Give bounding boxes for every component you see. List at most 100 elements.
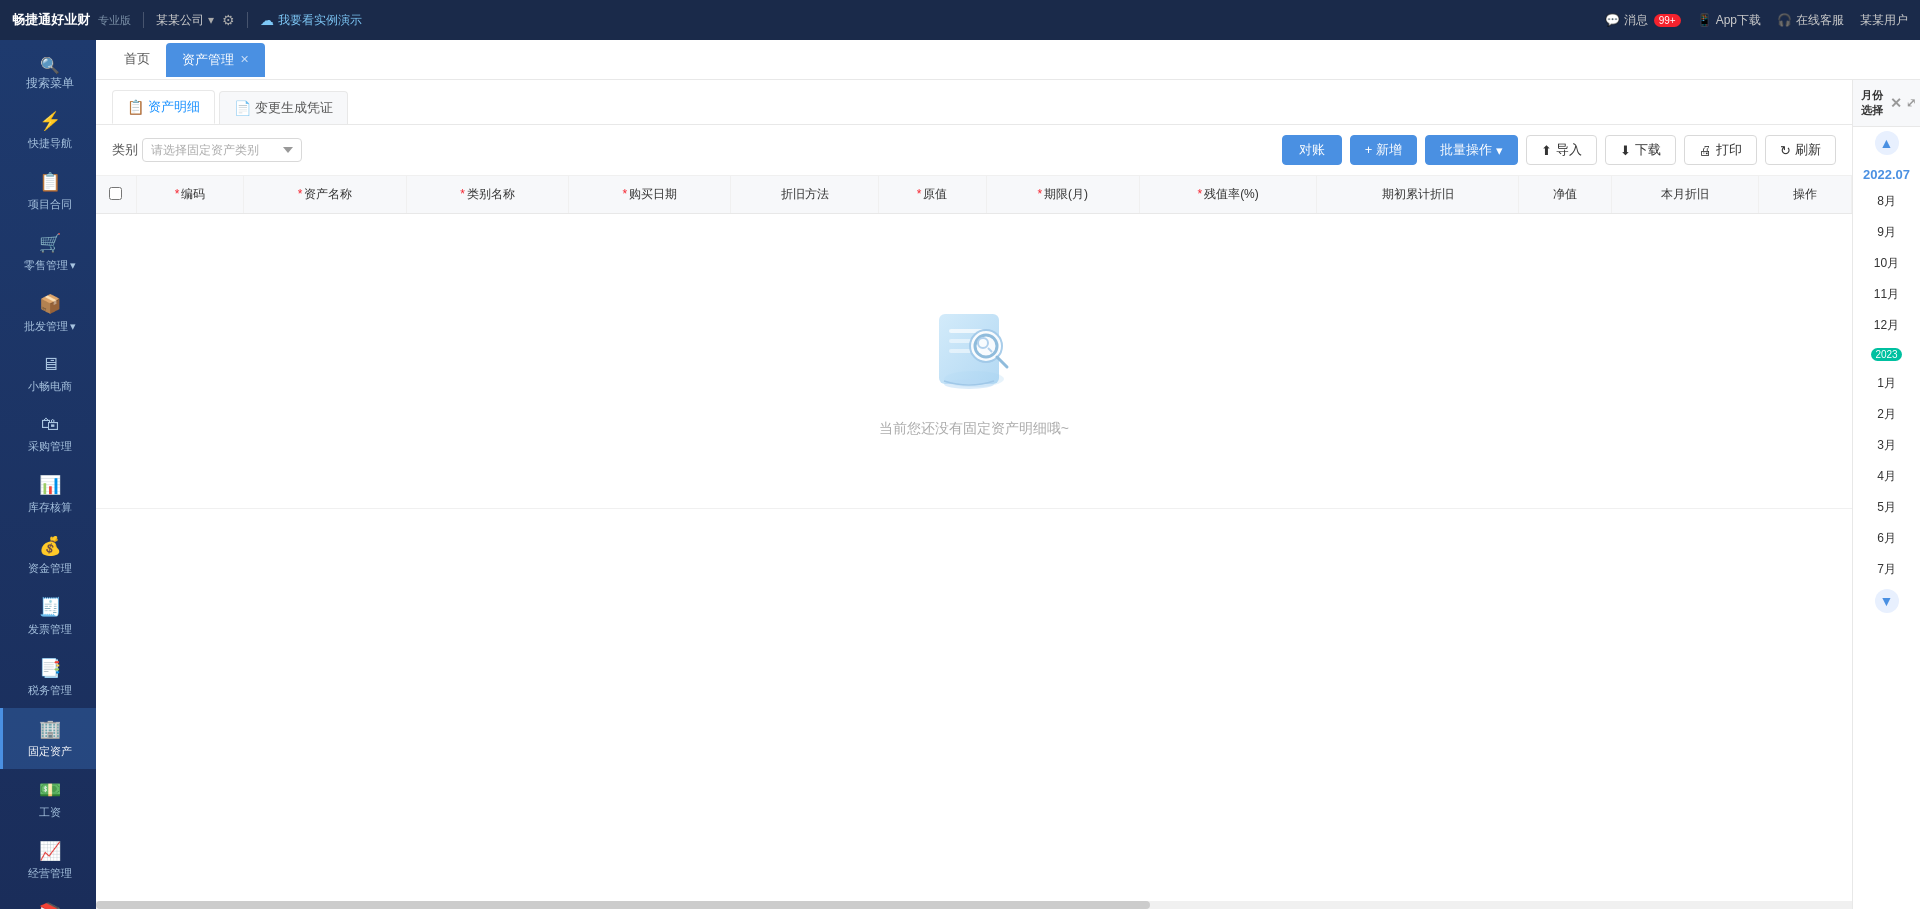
month-nav-up[interactable]: ▲ [1875, 131, 1899, 155]
add-button[interactable]: + 新增 [1350, 135, 1417, 165]
top-bar-right: 💬 消息 99+ 📱 App下载 🎧 在线客服 某某用户 [1605, 12, 1908, 29]
month-item-9[interactable]: 9月 [1853, 217, 1920, 248]
sidebar: 🔍 搜索菜单 ⚡ 快捷导航 📋 项目合同 🛒 零售管理▾ 📦 批发管理▾ 🖥 小… [0, 40, 96, 909]
category-select[interactable]: 请选择固定资产类别 [142, 138, 302, 162]
col-name: *资产名称 [244, 176, 406, 214]
sub-tab-asset-detail[interactable]: 📋 资产明细 [112, 90, 215, 124]
batch-button[interactable]: 批量操作 ▾ [1425, 135, 1518, 165]
tab-asset-management[interactable]: 资产管理 ✕ [166, 43, 265, 77]
retail-icon: 🛒 [39, 232, 61, 254]
empty-illustration [914, 284, 1034, 404]
month-panel-expand-button[interactable]: ⤢ [1906, 96, 1916, 110]
sidebar-item-finance[interactable]: 💰 资金管理 [0, 525, 96, 586]
messages-badge: 99+ [1654, 14, 1681, 27]
quick-nav-label: 快捷导航 [28, 136, 72, 151]
month-item-3[interactable]: 3月 [1853, 430, 1920, 461]
online-service-button[interactable]: 🎧 在线客服 [1777, 12, 1844, 29]
sidebar-search[interactable]: 🔍 搜索菜单 [0, 48, 96, 100]
filter-label: 类别 [112, 141, 138, 159]
import-button[interactable]: ⬆ 导入 [1526, 135, 1597, 165]
sidebar-item-tax[interactable]: 📑 税务管理 [0, 647, 96, 708]
asset-detail-icon: 📋 [127, 99, 144, 115]
tab-close-icon[interactable]: ✕ [240, 53, 249, 66]
select-all-checkbox[interactable] [109, 187, 122, 200]
contra-button[interactable]: 对账 [1282, 135, 1342, 165]
empty-cell: 当前您还没有固定资产明细哦~ [96, 214, 1852, 509]
sidebar-item-fixed-assets[interactable]: 🏢 固定资产 [0, 708, 96, 769]
month-item-1[interactable]: 1月 [1853, 368, 1920, 399]
change-voucher-icon: 📄 [234, 100, 251, 116]
month-item-2[interactable]: 2月 [1853, 399, 1920, 430]
month-item-11[interactable]: 11月 [1853, 279, 1920, 310]
month-panel-close-button[interactable]: ✕ [1890, 95, 1902, 111]
col-code: *编码 [136, 176, 244, 214]
table-body: 当前您还没有固定资产明细哦~ [96, 214, 1852, 509]
top-bar-left: 畅捷通好业财 专业版 某某公司 ▾ ⚙ ☁ 我要看实例演示 [12, 11, 362, 29]
month-item-12[interactable]: 12月 [1853, 310, 1920, 341]
dropdown-icon: ▾ [208, 13, 214, 27]
batch-dropdown-icon: ▾ [1496, 143, 1503, 158]
month-item-10[interactable]: 10月 [1853, 248, 1920, 279]
purchase-icon: 🛍 [41, 414, 59, 435]
main-panel: 📋 资产明细 📄 变更生成凭证 类别 [96, 80, 1852, 909]
sub-tab-change-voucher[interactable]: 📄 变更生成凭证 [219, 91, 348, 124]
table-header-row: *编码 *资产名称 *类别名称 *购买日期 折旧方法 *原值 *期限(月) *残… [96, 176, 1852, 214]
sidebar-item-salary[interactable]: 💵 工资 [0, 769, 96, 830]
empty-row: 当前您还没有固定资产明细哦~ [96, 214, 1852, 509]
col-net-value: 净值 [1518, 176, 1611, 214]
sidebar-item-operations[interactable]: 📈 经营管理 [0, 830, 96, 891]
sidebar-item-ledger[interactable]: 📚 总账管理 [0, 891, 96, 909]
col-category: *类别名称 [406, 176, 568, 214]
select-all-cell[interactable] [96, 176, 136, 214]
main-layout: 🔍 搜索菜单 ⚡ 快捷导航 📋 项目合同 🛒 零售管理▾ 📦 批发管理▾ 🖥 小… [0, 40, 1920, 909]
col-operation: 操作 [1759, 176, 1852, 214]
month-item-8[interactable]: 8月 [1853, 186, 1920, 217]
user-info[interactable]: 某某用户 [1860, 12, 1908, 29]
print-button[interactable]: 🖨 打印 [1684, 135, 1757, 165]
top-bar: 畅捷通好业财 专业版 某某公司 ▾ ⚙ ☁ 我要看实例演示 💬 消息 99+ 📱… [0, 0, 1920, 40]
toolbar-left: 类别 请选择固定资产类别 [112, 138, 302, 162]
month-item-4[interactable]: 4月 [1853, 461, 1920, 492]
app-download-button[interactable]: 📱 App下载 [1697, 12, 1761, 29]
project-label: 项目合同 [28, 197, 72, 212]
company-selector[interactable]: 某某公司 ▾ [156, 12, 214, 29]
sub-tabs-left: 📋 资产明细 📄 变更生成凭证 [112, 90, 348, 124]
ecommerce-icon: 🖥 [41, 354, 59, 375]
download-button[interactable]: ⬇ 下载 [1605, 135, 1676, 165]
tab-home[interactable]: 首页 [108, 42, 166, 78]
svg-point-10 [944, 379, 994, 389]
demo-link[interactable]: ☁ 我要看实例演示 [260, 12, 362, 29]
sidebar-item-inventory[interactable]: 📊 库存核算 [0, 464, 96, 525]
settings-button[interactable]: ⚙ [222, 12, 235, 28]
messages-button[interactable]: 💬 消息 99+ [1605, 12, 1681, 29]
sidebar-item-project[interactable]: 📋 项目合同 [0, 161, 96, 222]
sidebar-item-purchase[interactable]: 🛍 采购管理 [0, 404, 96, 464]
sidebar-item-wholesale[interactable]: 📦 批发管理▾ [0, 283, 96, 344]
sidebar-item-retail[interactable]: 🛒 零售管理▾ [0, 222, 96, 283]
operations-icon: 📈 [39, 840, 61, 862]
content-area: 首页 资产管理 ✕ 📋 资产明细 📄 [96, 40, 1920, 909]
sidebar-item-invoice[interactable]: 🧾 发票管理 [0, 586, 96, 647]
asset-table: *编码 *资产名称 *类别名称 *购买日期 折旧方法 *原值 *期限(月) *残… [96, 176, 1852, 509]
download-icon: ⬇ [1620, 143, 1631, 158]
col-purchase-date: *购买日期 [569, 176, 731, 214]
month-item-7[interactable]: 7月 [1853, 554, 1920, 585]
month-panel-header: 月份选择 ✕ ⤢ [1853, 80, 1920, 127]
bottom-scrollbar[interactable] [96, 901, 1852, 909]
scrollbar-thumb [96, 901, 1150, 909]
month-item-6[interactable]: 6月 [1853, 523, 1920, 554]
empty-text: 当前您还没有固定资产明细哦~ [879, 420, 1069, 438]
month-item-5[interactable]: 5月 [1853, 492, 1920, 523]
year-2023-row: 2023 [1853, 341, 1920, 368]
print-icon: 🖨 [1699, 143, 1712, 158]
month-nav-down[interactable]: ▼ [1875, 589, 1899, 613]
refresh-button[interactable]: ↻ 刷新 [1765, 135, 1836, 165]
sidebar-item-ecommerce[interactable]: 🖥 小畅电商 [0, 344, 96, 404]
sidebar-search-label: 搜索菜单 [7, 75, 92, 92]
sidebar-item-quick-nav[interactable]: ⚡ 快捷导航 [0, 100, 96, 161]
col-period: *期限(月) [986, 176, 1139, 214]
toolbar-right: 对账 + 新增 批量操作 ▾ ⬆ 导入 ⬇ 下载 [1282, 135, 1836, 165]
col-monthly-depreciation: 本月折旧 [1611, 176, 1758, 214]
current-year-label: 2022.07 [1859, 159, 1914, 186]
month-panel-title: 月份选择 [1857, 88, 1886, 118]
